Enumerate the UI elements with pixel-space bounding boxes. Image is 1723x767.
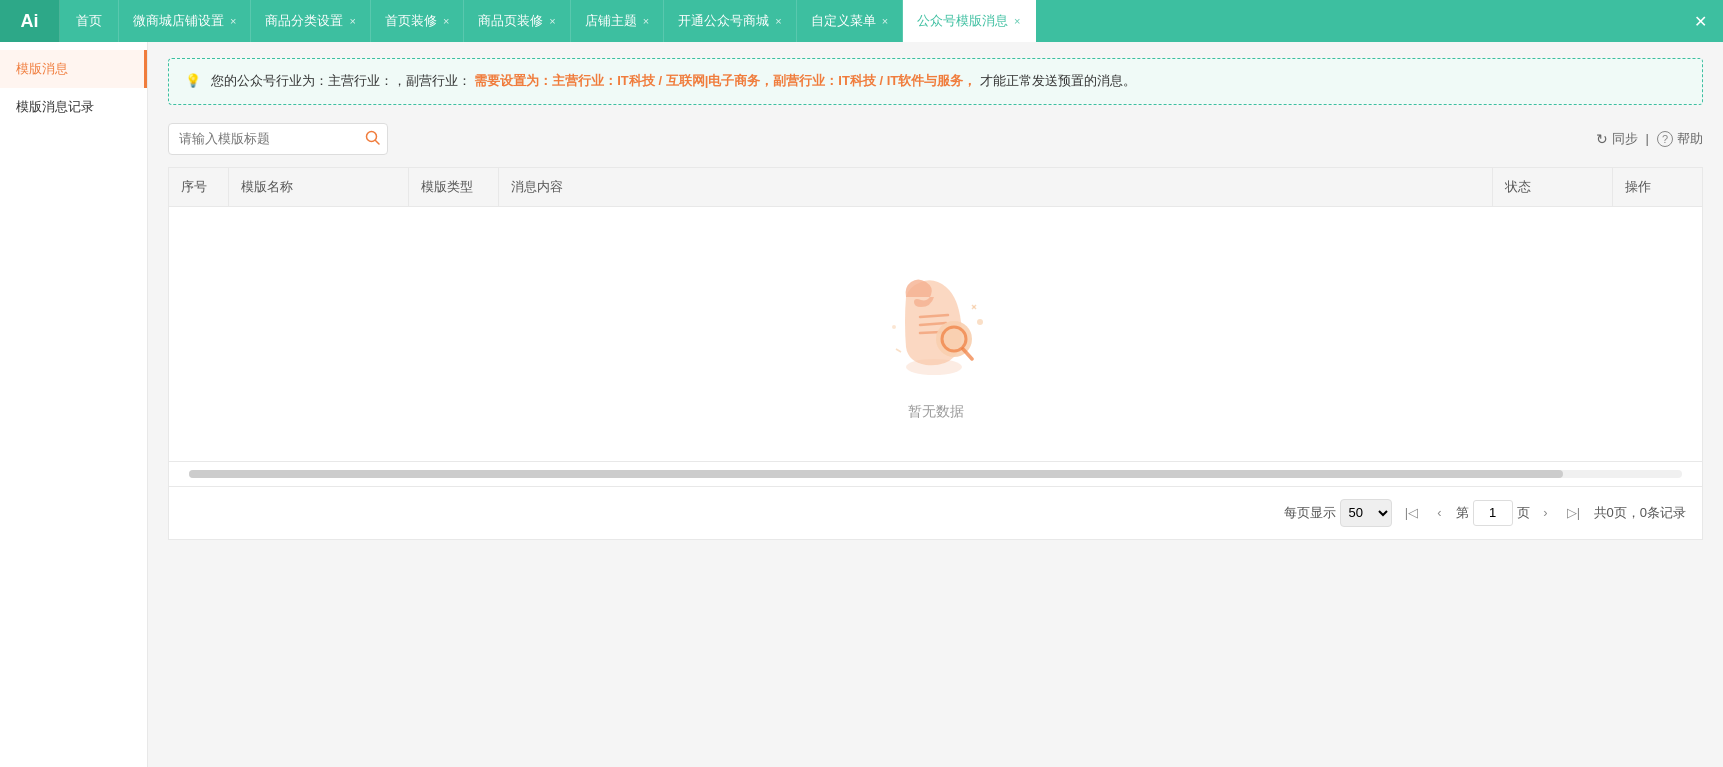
col-name: 模版名称 — [229, 167, 409, 206]
search-bar: ↻ 同步 | ? 帮助 — [168, 123, 1703, 155]
prev-page-button[interactable]: ‹ — [1428, 501, 1452, 525]
tab-shop-theme-label: 店铺主题 — [585, 12, 637, 30]
window-close-button[interactable]: ✕ — [1678, 0, 1723, 42]
notice-icon: 💡 — [185, 73, 201, 88]
empty-state-row: 暂无数据 — [169, 206, 1703, 461]
sync-icon: ↻ — [1596, 131, 1608, 147]
sidebar: 模版消息 模版消息记录 — [0, 42, 148, 767]
sidebar-item-template-msg-record-label: 模版消息记录 — [16, 99, 94, 114]
empty-text: 暂无数据 — [169, 403, 1702, 421]
sidebar-item-template-msg-record[interactable]: 模版消息记录 — [0, 88, 147, 126]
app-logo-text: Ai — [21, 11, 39, 32]
tab-home-label: 首页 — [76, 12, 102, 30]
tab-shop-theme-close[interactable]: × — [643, 15, 649, 27]
tab-open-mall-label: 开通公众号商城 — [678, 12, 769, 30]
svg-point-13 — [892, 325, 896, 329]
tab-product-category-close[interactable]: × — [349, 15, 355, 27]
tab-custom-menu-label: 自定义菜单 — [811, 12, 876, 30]
col-seq: 序号 — [169, 167, 229, 206]
pagination-total: 共0页，0条记录 — [1594, 504, 1686, 522]
svg-line-1 — [376, 140, 380, 144]
scrollbar-row[interactable] — [168, 462, 1703, 487]
svg-point-12 — [977, 319, 983, 325]
help-icon: ? — [1657, 131, 1673, 147]
col-action: 操作 — [1613, 167, 1703, 206]
tab-home[interactable]: 首页 — [60, 0, 119, 42]
search-input[interactable] — [168, 123, 388, 155]
tab-custom-menu[interactable]: 自定义菜单 × — [797, 0, 903, 42]
tab-template-msg-label: 公众号模版消息 — [917, 12, 1008, 30]
tab-template-msg-close[interactable]: × — [1014, 15, 1020, 27]
tab-open-mall[interactable]: 开通公众号商城 × — [664, 0, 796, 42]
content-area: 💡 您的公众号行业为：主营行业：，副营行业： 需要设置为：主营行业：IT科技 /… — [148, 42, 1723, 767]
sync-label: 同步 — [1612, 130, 1638, 148]
current-page-input[interactable] — [1473, 500, 1513, 526]
help-label: 帮助 — [1677, 130, 1703, 148]
search-icon-button[interactable] — [365, 130, 380, 148]
page-size-label: 每页显示 — [1284, 504, 1336, 522]
page-size-select[interactable]: 10 20 50 100 — [1340, 499, 1392, 527]
data-table: 序号 模版名称 模版类型 消息内容 状态 操作 — [168, 167, 1703, 462]
window-close-icon: ✕ — [1694, 12, 1707, 31]
col-type: 模版类型 — [409, 167, 499, 206]
pagination-nav: |◁ ‹ 第 页 › ▷| — [1400, 500, 1586, 526]
last-page-button[interactable]: ▷| — [1562, 501, 1586, 525]
main-layout: 模版消息 模版消息记录 💡 您的公众号行业为：主营行业：，副营行业： 需要设置为… — [0, 42, 1723, 767]
page-suffix: 页 — [1517, 504, 1530, 522]
tab-home-decoration-label: 首页装修 — [385, 12, 437, 30]
col-status: 状态 — [1493, 167, 1613, 206]
pagination: 每页显示 10 20 50 100 |◁ ‹ 第 页 — [168, 487, 1703, 540]
help-button[interactable]: ? 帮助 — [1657, 130, 1703, 148]
empty-illustration — [876, 267, 996, 387]
empty-state: 暂无数据 — [169, 207, 1702, 461]
search-actions: ↻ 同步 | ? 帮助 — [1596, 130, 1703, 148]
tab-wshop-setting-close[interactable]: × — [230, 15, 236, 27]
prev-page-icon: ‹ — [1437, 505, 1441, 520]
last-page-icon: ▷| — [1567, 505, 1580, 520]
tab-wshop-setting-label: 微商城店铺设置 — [133, 12, 224, 30]
notice-text-prefix: 您的公众号行业为：主营行业：，副营行业： — [211, 73, 471, 88]
tab-product-category[interactable]: 商品分类设置 × — [251, 0, 370, 42]
table-header-row: 序号 模版名称 模版类型 消息内容 状态 操作 — [169, 167, 1703, 206]
scrollbar-thumb[interactable] — [189, 470, 1563, 478]
sidebar-item-template-msg[interactable]: 模版消息 — [0, 50, 147, 88]
tab-custom-menu-close[interactable]: × — [882, 15, 888, 27]
tab-shop-theme[interactable]: 店铺主题 × — [571, 0, 664, 42]
col-content: 消息内容 — [499, 167, 1493, 206]
sync-button[interactable]: ↻ 同步 — [1596, 130, 1638, 148]
search-input-wrap — [168, 123, 388, 155]
separator: | — [1646, 131, 1649, 146]
scrollbar-track[interactable] — [189, 470, 1682, 478]
app-logo-tab: Ai — [0, 0, 60, 42]
page-prefix: 第 — [1456, 504, 1469, 522]
notice-text-suffix: 才能正常发送预置的消息。 — [980, 73, 1136, 88]
tab-open-mall-close[interactable]: × — [775, 15, 781, 27]
tab-product-decoration-close[interactable]: × — [549, 15, 555, 27]
next-page-button[interactable]: › — [1534, 501, 1558, 525]
tab-home-decoration[interactable]: 首页装修 × — [371, 0, 464, 42]
tab-product-decoration-label: 商品页装修 — [478, 12, 543, 30]
next-page-icon: › — [1543, 505, 1547, 520]
sidebar-item-template-msg-label: 模版消息 — [16, 61, 68, 76]
first-page-icon: |◁ — [1405, 505, 1418, 520]
tab-home-decoration-close[interactable]: × — [443, 15, 449, 27]
svg-line-11 — [896, 349, 901, 352]
notice-box: 💡 您的公众号行业为：主营行业：，副营行业： 需要设置为：主营行业：IT科技 /… — [168, 58, 1703, 105]
tab-product-category-label: 商品分类设置 — [265, 12, 343, 30]
tab-template-msg[interactable]: 公众号模版消息 × — [903, 0, 1035, 42]
page-size-selector: 每页显示 10 20 50 100 — [1284, 499, 1392, 527]
tab-product-decoration[interactable]: 商品页装修 × — [464, 0, 570, 42]
first-page-button[interactable]: |◁ — [1400, 501, 1424, 525]
topbar: Ai 首页 微商城店铺设置 × 商品分类设置 × 首页装修 × 商品页装修 × … — [0, 0, 1723, 42]
notice-highlight-text: 需要设置为：主营行业：IT科技 / 互联网|电子商务，副营行业：IT科技 / I… — [474, 73, 976, 88]
tab-wshop-setting[interactable]: 微商城店铺设置 × — [119, 0, 251, 42]
